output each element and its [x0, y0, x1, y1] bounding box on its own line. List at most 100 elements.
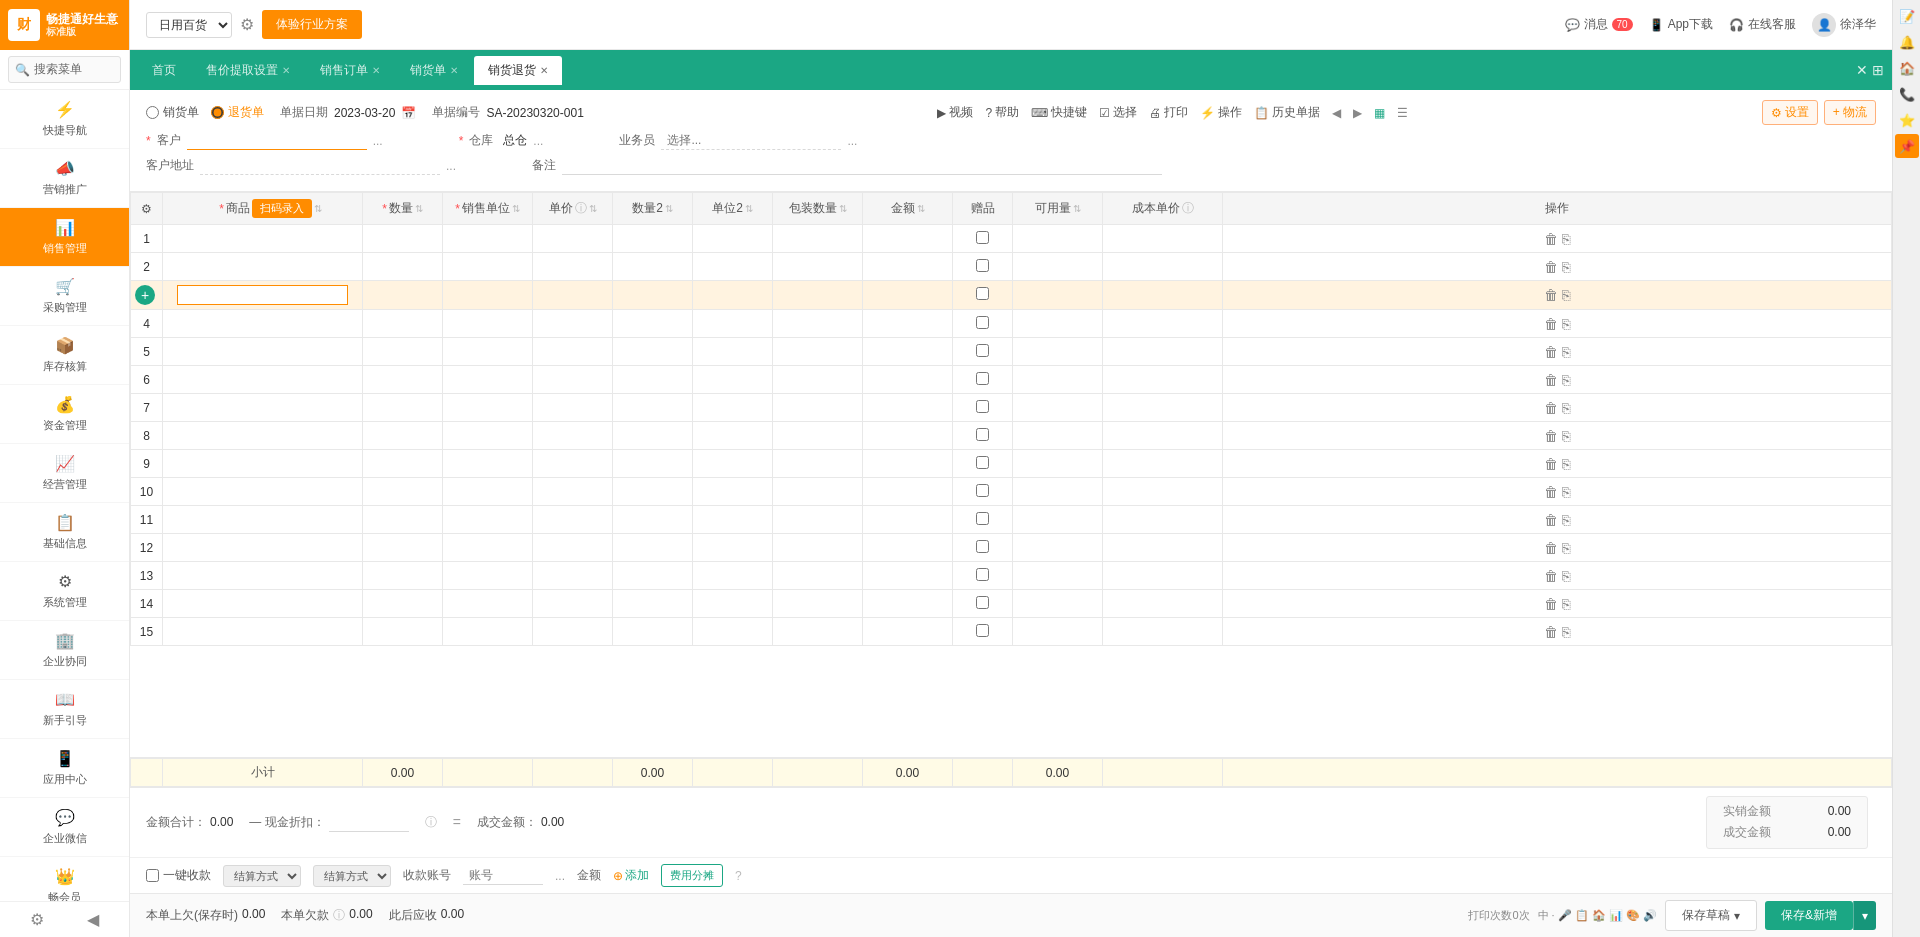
- barcode-scan-button[interactable]: 扫码录入: [252, 199, 312, 218]
- draft-dropdown-icon[interactable]: ▾: [1734, 909, 1740, 923]
- video-toolbar-btn[interactable]: ▶ 视频: [937, 104, 973, 121]
- amount-cell-11[interactable]: [863, 506, 953, 534]
- amount-cell-14[interactable]: [863, 590, 953, 618]
- expand-tab-icon[interactable]: ⊞: [1872, 62, 1884, 78]
- avail-sort-icon[interactable]: ⇅: [1073, 203, 1081, 214]
- price-sort-icon[interactable]: ⇅: [589, 203, 597, 214]
- price-cell-3[interactable]: [533, 281, 613, 310]
- qty-cell-5[interactable]: [363, 338, 443, 366]
- qty-cell-1[interactable]: [363, 225, 443, 253]
- available-cell-8[interactable]: [1013, 422, 1103, 450]
- cost-cell-11[interactable]: [1103, 506, 1223, 534]
- unit-cell-5[interactable]: [443, 338, 533, 366]
- unit2-cell-6[interactable]: [693, 366, 773, 394]
- pkg-cell-2[interactable]: [773, 253, 863, 281]
- search-menu-button[interactable]: 🔍 搜索菜单: [8, 56, 121, 83]
- select-toolbar-btn[interactable]: ☑ 选择: [1099, 104, 1137, 121]
- sidebar-item-sales[interactable]: 📊 销售管理: [0, 208, 129, 267]
- radio-sale-input[interactable]: [146, 106, 159, 119]
- product-cell-8[interactable]: [163, 422, 363, 450]
- qty2-cell-9[interactable]: [613, 450, 693, 478]
- unit-cell-14[interactable]: [443, 590, 533, 618]
- product-cell-14[interactable]: [163, 590, 363, 618]
- right-sidebar-phone-icon[interactable]: 📞: [1895, 82, 1919, 106]
- amount-cell-5[interactable]: [863, 338, 953, 366]
- delete-row-8[interactable]: 🗑: [1544, 428, 1558, 444]
- calc-method-select[interactable]: 结算方式: [313, 865, 391, 887]
- topbar-gear-icon[interactable]: ⚙: [240, 15, 254, 34]
- available-cell-9[interactable]: [1013, 450, 1103, 478]
- copy-row-15[interactable]: ⎘: [1562, 624, 1570, 640]
- available-cell-1[interactable]: [1013, 225, 1103, 253]
- product-input-3[interactable]: [177, 285, 349, 305]
- unit2-cell-14[interactable]: [693, 590, 773, 618]
- salesperson-dots[interactable]: ...: [847, 134, 857, 148]
- gift-checkbox-3[interactable]: [976, 287, 989, 300]
- qty-cell-2[interactable]: [363, 253, 443, 281]
- sidebar-item-member[interactable]: 👑 畅会员: [0, 857, 129, 901]
- cost-cell-6[interactable]: [1103, 366, 1223, 394]
- amount-sort-icon[interactable]: ⇅: [917, 203, 925, 214]
- qty2-cell-12[interactable]: [613, 534, 693, 562]
- radio-return-order[interactable]: 退货单: [211, 104, 264, 121]
- unit-cell-11[interactable]: [443, 506, 533, 534]
- qty-cell-3[interactable]: [363, 281, 443, 310]
- product-cell-12[interactable]: [163, 534, 363, 562]
- cost-cell-3[interactable]: [1103, 281, 1223, 310]
- price-cell-13[interactable]: [533, 562, 613, 590]
- gift-checkbox-7[interactable]: [976, 400, 989, 413]
- discount-input[interactable]: [329, 813, 409, 832]
- help-info-icon[interactable]: ⓘ: [425, 814, 437, 831]
- unit-cell-8[interactable]: [443, 422, 533, 450]
- logistics-button[interactable]: + 物流: [1824, 100, 1876, 125]
- right-sidebar-edit-icon[interactable]: 📝: [1895, 4, 1919, 28]
- unit2-cell-13[interactable]: [693, 562, 773, 590]
- price-cell-9[interactable]: [533, 450, 613, 478]
- qty-cell-8[interactable]: [363, 422, 443, 450]
- save-new-button[interactable]: 保存&新增: [1765, 901, 1853, 930]
- product-cell-9[interactable]: [163, 450, 363, 478]
- sidebar-item-system[interactable]: ⚙ 系统管理: [0, 562, 129, 621]
- copy-row-7[interactable]: ⎘: [1562, 400, 1570, 416]
- pkg-cell-13[interactable]: [773, 562, 863, 590]
- available-cell-11[interactable]: [1013, 506, 1103, 534]
- qty2-cell-3[interactable]: [613, 281, 693, 310]
- pkg-cell-4[interactable]: [773, 310, 863, 338]
- close-tab-icon[interactable]: ✕: [1856, 62, 1868, 78]
- amount-cell-4[interactable]: [863, 310, 953, 338]
- qty2-cell-15[interactable]: [613, 618, 693, 646]
- sidebar-item-apps[interactable]: 📱 应用中心: [0, 739, 129, 798]
- unit-cell-15[interactable]: [443, 618, 533, 646]
- copy-row-5[interactable]: ⎘: [1562, 344, 1570, 360]
- sidebar-item-inventory[interactable]: 📦 库存核算: [0, 326, 129, 385]
- qty2-cell-2[interactable]: [613, 253, 693, 281]
- gift-checkbox-13[interactable]: [976, 568, 989, 581]
- pkg-sort-icon[interactable]: ⇅: [839, 203, 847, 214]
- unit2-sort-icon[interactable]: ⇅: [745, 203, 753, 214]
- amount-cell-8[interactable]: [863, 422, 953, 450]
- shortcut-toolbar-btn[interactable]: ⌨ 快捷键: [1031, 104, 1087, 121]
- pkg-cell-6[interactable]: [773, 366, 863, 394]
- unit2-cell-4[interactable]: [693, 310, 773, 338]
- cost-cell-1[interactable]: [1103, 225, 1223, 253]
- pkg-cell-1[interactable]: [773, 225, 863, 253]
- save-new-dropdown-button[interactable]: ▾: [1853, 901, 1876, 930]
- delete-row-6[interactable]: 🗑: [1544, 372, 1558, 388]
- available-cell-10[interactable]: [1013, 478, 1103, 506]
- product-cell-5[interactable]: [163, 338, 363, 366]
- pkg-cell-7[interactable]: [773, 394, 863, 422]
- list-view-icon[interactable]: ☰: [1397, 106, 1408, 120]
- unit-cell-4[interactable]: [443, 310, 533, 338]
- user-menu-button[interactable]: 👤 徐泽华: [1812, 13, 1876, 37]
- product-sort-icon[interactable]: ⇅: [314, 203, 322, 214]
- qty-cell-7[interactable]: [363, 394, 443, 422]
- qty-cell-10[interactable]: [363, 478, 443, 506]
- help-toolbar-btn[interactable]: ? 帮助: [985, 104, 1019, 121]
- sidebar-item-purchase[interactable]: 🛒 采购管理: [0, 267, 129, 326]
- gift-checkbox-1[interactable]: [976, 231, 989, 244]
- online-service-button[interactable]: 🎧 在线客服: [1729, 16, 1796, 33]
- add-row-button[interactable]: +: [135, 285, 155, 305]
- gift-checkbox-6[interactable]: [976, 372, 989, 385]
- qty-cell-9[interactable]: [363, 450, 443, 478]
- unit-cell-7[interactable]: [443, 394, 533, 422]
